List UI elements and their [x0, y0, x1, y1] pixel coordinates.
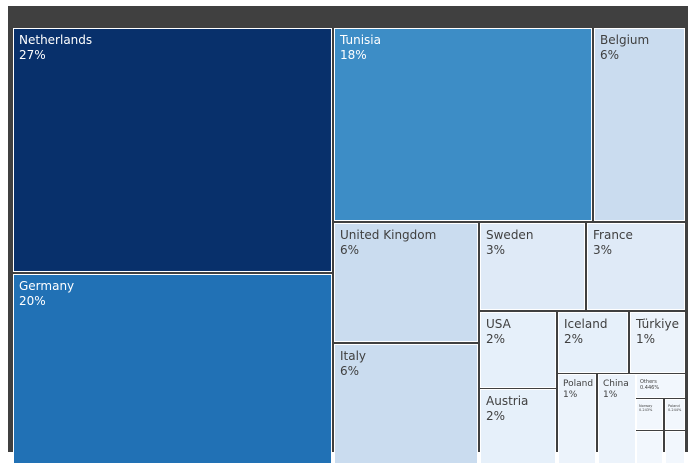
tile-percent: 1% [603, 390, 618, 400]
tile-name: Türkiye [636, 317, 679, 331]
treemap-tile: Türkiye 1% [630, 312, 685, 373]
tile-label: Sweden 3% [486, 228, 533, 258]
treemap-tile: Italy 6% [334, 344, 478, 464]
treemap-tile: Austria 2% [480, 389, 556, 464]
tile-name: Belgium [600, 33, 650, 47]
treemap-tile: Belgium 6% [594, 28, 685, 221]
tile-label: Germany 20% [19, 279, 74, 309]
tile-percent: 27% [19, 48, 46, 62]
tile-percent: 1% [563, 390, 578, 400]
tile-label: Belgium 6% [600, 33, 649, 63]
tile-percent: 0.446% [640, 385, 660, 391]
tile-percent: 0.244% [668, 408, 682, 412]
tile-label: United Kingdom 6% [340, 228, 436, 258]
tile-percent: 3% [486, 243, 506, 257]
tile-name: China [603, 379, 629, 389]
tile-percent: 0.243% [639, 408, 653, 412]
tile-label: Austria 2% [486, 394, 528, 424]
tile-name: Tunisia [340, 33, 381, 47]
tile-name: Italy [340, 349, 367, 363]
tile-label: China 1% [603, 379, 629, 401]
tile-label: Tunisia 18% [340, 33, 381, 63]
tile-percent: 20% [19, 294, 46, 308]
treemap-tile: United Kingdom 6% [334, 223, 478, 342]
treemap-tile: USA 2% [480, 312, 556, 388]
tile-percent: 6% [340, 243, 360, 257]
tile-label: USA 2% [486, 317, 511, 347]
tile-label: Italy 6% [340, 349, 366, 379]
treemap-tile: China 1% [598, 374, 636, 464]
tile-name: Netherlands [19, 33, 93, 47]
treemap-tile: Netherlands 27% [13, 28, 332, 272]
treemap-tile: Germany 20% [13, 274, 332, 464]
tile-label: Norway 0.243% [639, 404, 652, 412]
tile-name: Poland [563, 379, 594, 389]
tile-label: Iceland 2% [564, 317, 607, 347]
tile-label: Poland 0.244% [668, 404, 681, 412]
treemap-tile: Others 0.446% [636, 374, 685, 398]
tile-percent: 6% [340, 364, 360, 378]
tile-percent: 2% [486, 409, 506, 423]
tile-name: Austria [486, 394, 529, 408]
treemap-tile: Poland 1% [558, 374, 596, 464]
treemap-tile: Poland 0.244% [665, 399, 685, 430]
tile-percent: 2% [486, 332, 506, 346]
treemap-tile: France 3% [587, 223, 685, 310]
treemap-chart: Netherlands 27% Germany 20% Tunisia 18% Belgiu… [8, 6, 688, 464]
treemap-tile: Sweden 3% [480, 223, 585, 310]
tile-name: Iceland [564, 317, 608, 331]
tile-name: USA [486, 317, 511, 331]
tile-percent: 6% [600, 48, 620, 62]
tile-percent: 2% [564, 332, 584, 346]
tile-label: Netherlands 27% [19, 33, 92, 63]
treemap-tile [636, 431, 663, 464]
tile-name: Sweden [486, 228, 534, 242]
tile-label: Türkiye 1% [636, 317, 679, 347]
tile-name: France [593, 228, 633, 242]
tile-name: United Kingdom [340, 228, 437, 242]
tile-name: Germany [19, 279, 75, 293]
tile-label: Poland 1% [563, 379, 593, 401]
tile-percent: 18% [340, 48, 367, 62]
treemap-tile: Iceland 2% [558, 312, 628, 373]
treemap-tile: Tunisia 18% [334, 28, 592, 221]
treemap-tile [665, 431, 685, 464]
tile-label: France 3% [593, 228, 633, 258]
tile-percent: 1% [636, 332, 656, 346]
treemap-tile: Norway 0.243% [636, 399, 663, 430]
tile-percent: 3% [593, 243, 613, 257]
tile-label: Others 0.446% [640, 379, 659, 391]
